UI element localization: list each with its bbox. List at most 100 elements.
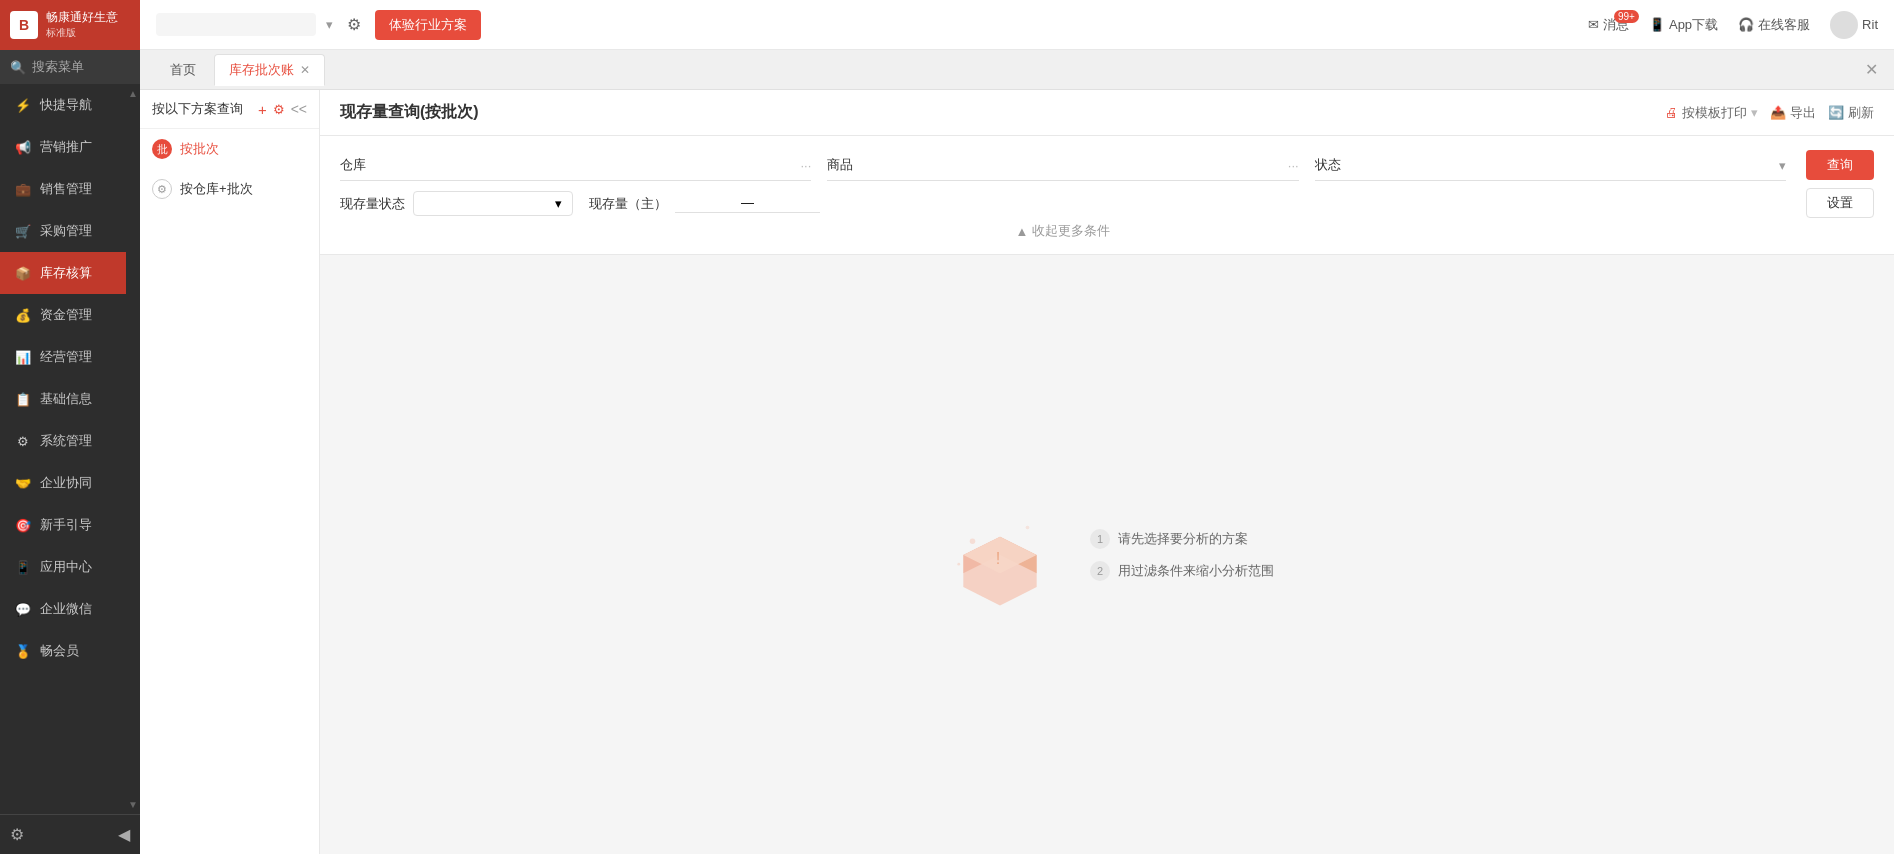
tab-close-btn[interactable]: ✕	[300, 63, 310, 77]
sidebar-scroll-down[interactable]: ▼	[128, 799, 138, 810]
qty-max-input[interactable]	[760, 195, 820, 210]
user-avatar-item[interactable]: Rit	[1830, 11, 1878, 39]
scheme-item-by-warehouse-batch[interactable]: ⚙ 按仓库+批次	[140, 169, 319, 209]
filter-buttons: 查询 设置	[1806, 150, 1874, 218]
sidebar-item-enterprise[interactable]: 🤝 企业协同	[0, 462, 126, 504]
sidebar-item-sales[interactable]: 💼 销售管理	[0, 168, 126, 210]
tip2-num: 2	[1090, 561, 1110, 581]
online-service-item[interactable]: 🎧 在线客服	[1738, 16, 1810, 34]
scheme-add-btn[interactable]: +	[258, 101, 267, 118]
experience-btn[interactable]: 体验行业方案	[375, 10, 481, 40]
tip1-num: 1	[1090, 529, 1110, 549]
tab-home-label: 首页	[170, 61, 196, 79]
export-icon: 📤	[1770, 105, 1786, 120]
enterprise-icon: 🤝	[14, 474, 32, 492]
stock-status-filter: 现存量状态 ▾	[340, 191, 573, 216]
scheme-header-label: 按以下方案查询	[152, 100, 243, 118]
sidebar-item-purchase[interactable]: 🛒 采购管理	[0, 210, 126, 252]
page-title-actions: 🖨 按模板打印 ▾ 📤 导出 🔄 刷新	[1665, 104, 1874, 122]
topbar: ▾ ⚙ 体验行业方案 ✉ 消息 99+ 📱 App下载 🎧 在线客服 Rit	[140, 0, 1894, 50]
main-area: ▾ ⚙ 体验行业方案 ✉ 消息 99+ 📱 App下载 🎧 在线客服 Rit	[140, 0, 1894, 854]
stock-status-chevron-icon: ▾	[555, 196, 562, 211]
status-label: 状态	[1315, 156, 1341, 174]
marketing-icon: 📢	[14, 138, 32, 156]
avatar	[1830, 11, 1858, 39]
scheme-item-by-batch[interactable]: 批 按批次	[140, 129, 319, 169]
sidebar-item-app-center[interactable]: 📱 应用中心	[0, 546, 126, 588]
sidebar-item-member-label: 畅会员	[40, 642, 79, 660]
empty-tips: 1 请先选择要分析的方案 2 用过滤条件来缩小分析范围	[1090, 529, 1274, 581]
sidebar-header: B 畅康通好生意 标准版	[0, 0, 140, 50]
print-chevron-icon: ▾	[1751, 105, 1758, 120]
goods-label: 商品	[827, 156, 853, 174]
tab-panel-close-btn[interactable]: ✕	[1865, 60, 1878, 79]
scheme-header-icons: + ⚙ <<	[258, 101, 307, 118]
tab-home[interactable]: 首页	[156, 54, 210, 86]
goods-more-icon[interactable]: ···	[1288, 158, 1299, 173]
stock-status-label: 现存量状态	[340, 195, 405, 213]
sidebar-scroll-up[interactable]: ▲	[128, 88, 138, 99]
warehouse-more-icon[interactable]: ···	[800, 158, 811, 173]
tab-batch-account[interactable]: 库存批次账 ✕	[214, 54, 325, 86]
topbar-search-box[interactable]	[156, 13, 316, 36]
refresh-btn[interactable]: 🔄 刷新	[1828, 104, 1874, 122]
sidebar-item-sales-label: 销售管理	[40, 180, 92, 198]
settings-btn[interactable]: 设置	[1806, 188, 1874, 218]
sidebar-item-wechat[interactable]: 💬 企业微信	[0, 588, 126, 630]
scheme-item-by-warehouse-batch-label: 按仓库+批次	[180, 180, 253, 198]
scheme-inactive-icon: ⚙	[152, 179, 172, 199]
topbar-chevron-icon[interactable]: ▾	[326, 17, 333, 32]
sidebar-item-marketing[interactable]: 📢 营销推广	[0, 126, 126, 168]
scheme-collapse-btn[interactable]: <<	[291, 101, 307, 117]
purchase-icon: 🛒	[14, 222, 32, 240]
topbar-gear-icon[interactable]: ⚙	[347, 15, 361, 34]
page-title-bar: 现存量查询(按批次) 🖨 按模板打印 ▾ 📤 导出 🔄 刷新	[320, 90, 1894, 136]
qty-min-input[interactable]	[675, 195, 735, 210]
query-btn[interactable]: 查询	[1806, 150, 1874, 180]
sidebar-item-finance[interactable]: 💰 资金管理	[0, 294, 126, 336]
collapse-more-btn[interactable]: ▲ 收起更多条件	[340, 216, 1786, 240]
sidebar-item-basic[interactable]: 📋 基础信息	[0, 378, 126, 420]
basic-icon: 📋	[14, 390, 32, 408]
refresh-icon: 🔄	[1828, 105, 1844, 120]
sidebar-settings-icon[interactable]: ⚙	[10, 825, 24, 844]
topbar-right: ✉ 消息 99+ 📱 App下载 🎧 在线客服 Rit	[1588, 11, 1878, 39]
sidebar-collapse-icon[interactable]: ◀	[118, 825, 130, 844]
scheme-item-by-batch-label: 按批次	[180, 140, 219, 158]
stock-qty-label: 现存量（主）	[589, 195, 667, 213]
sidebar-item-marketing-label: 营销推广	[40, 138, 92, 156]
scheme-settings-btn[interactable]: ⚙	[273, 102, 285, 117]
message-item[interactable]: ✉ 消息 99+	[1588, 16, 1629, 34]
sidebar-bottom: ⚙ ◀	[0, 814, 140, 854]
page-title: 现存量查询(按批次)	[340, 102, 479, 123]
sidebar-item-operation[interactable]: 📊 经营管理	[0, 336, 126, 378]
search-menu-item[interactable]: 🔍 搜索菜单	[0, 50, 140, 84]
sidebar-item-member[interactable]: 🏅 畅会员	[0, 630, 126, 672]
scheme-header: 按以下方案查询 + ⚙ <<	[140, 90, 319, 129]
sidebar-item-newbie-label: 新手引导	[40, 516, 92, 534]
operation-icon: 📊	[14, 348, 32, 366]
print-icon: 🖨	[1665, 105, 1678, 120]
svg-point-7	[957, 562, 960, 565]
sidebar-item-inventory[interactable]: 📦 库存核算	[0, 252, 126, 294]
status-chevron-icon[interactable]: ▾	[1779, 158, 1786, 173]
message-icon: ✉	[1588, 17, 1599, 32]
stock-status-select[interactable]: ▾	[413, 191, 573, 216]
sidebar-item-system[interactable]: ⚙ 系统管理	[0, 420, 126, 462]
tip-item-1: 1 请先选择要分析的方案	[1090, 529, 1274, 549]
sidebar-item-quick-nav[interactable]: ⚡ 快捷导航	[0, 84, 126, 126]
system-icon: ⚙	[14, 432, 32, 450]
sidebar-item-enterprise-label: 企业协同	[40, 474, 92, 492]
tabbar: 首页 库存批次账 ✕ ✕	[140, 50, 1894, 90]
export-btn[interactable]: 📤 导出	[1770, 104, 1816, 122]
sales-icon: 💼	[14, 180, 32, 198]
app-download-item[interactable]: 📱 App下载	[1649, 16, 1718, 34]
print-btn[interactable]: 🖨 按模板打印 ▾	[1665, 104, 1758, 122]
message-badge: 99+	[1614, 10, 1639, 23]
sidebar-item-basic-label: 基础信息	[40, 390, 92, 408]
sidebar-item-operation-label: 经营管理	[40, 348, 92, 366]
svg-point-5	[970, 538, 976, 544]
topbar-search-input[interactable]	[166, 17, 266, 32]
sidebar-item-newbie[interactable]: 🎯 新手引导	[0, 504, 126, 546]
filter-row2: 现存量状态 ▾ 现存量（主） —	[340, 191, 1786, 216]
